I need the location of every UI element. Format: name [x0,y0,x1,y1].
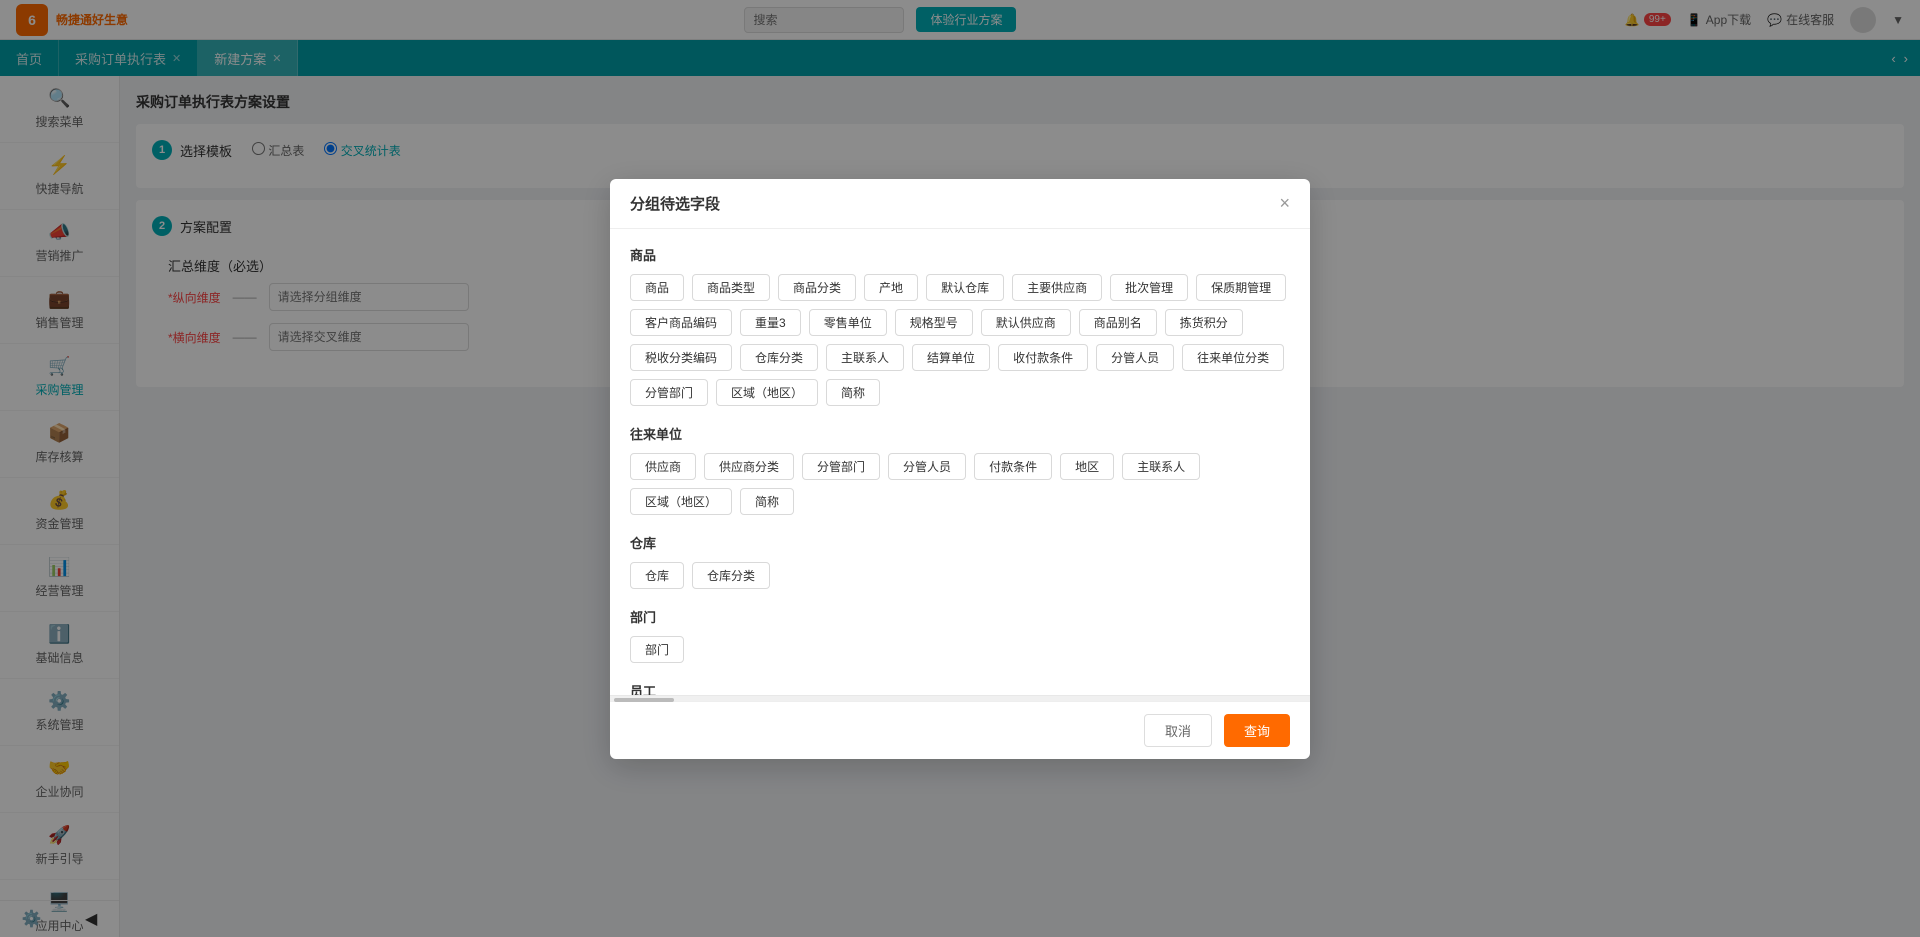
modal-close-btn[interactable]: × [1279,194,1290,212]
field-tags: 仓库仓库分类 [630,562,1290,589]
field-tag[interactable]: 付款条件 [974,453,1052,480]
field-section-title: 往来单位 [630,424,1290,443]
field-tag[interactable]: 结算单位 [912,344,990,371]
field-section-员工: 员工业务员 [630,681,1290,695]
field-section-商品: 商品商品商品类型商品分类产地默认仓库主要供应商批次管理保质期管理客户商品编码重量… [630,245,1290,406]
field-tag[interactable]: 规格型号 [895,309,973,336]
field-tag[interactable]: 主要供应商 [1012,274,1102,301]
field-tag[interactable]: 简称 [826,379,880,406]
field-section-部门: 部门部门 [630,607,1290,663]
field-tag[interactable]: 商品 [630,274,684,301]
field-tag[interactable]: 零售单位 [809,309,887,336]
field-tag[interactable]: 区域（地区） [716,379,818,406]
cancel-btn[interactable]: 取消 [1144,714,1212,747]
field-section-title: 部门 [630,607,1290,626]
field-section-往来单位: 往来单位供应商供应商分类分管部门分管人员付款条件地区主联系人区域（地区） 简称 [630,424,1290,515]
field-select-modal: 分组待选字段 × 商品商品商品类型商品分类产地默认仓库主要供应商批次管理保质期管… [610,179,1310,759]
field-section-title: 商品 [630,245,1290,264]
field-tag[interactable]: 主联系人 [1122,453,1200,480]
field-tag[interactable]: 主联系人 [826,344,904,371]
modal-header: 分组待选字段 × [610,179,1310,229]
field-tag[interactable]: 区域（地区） [630,488,732,515]
field-tag[interactable]: 供应商 [630,453,696,480]
field-tag[interactable]: 产地 [864,274,918,301]
field-tag[interactable]: 往来单位分类 [1182,344,1284,371]
field-tag[interactable]: 客户商品编码 [630,309,732,336]
field-section-仓库: 仓库仓库仓库分类 [630,533,1290,589]
field-tag[interactable]: 商品别名 [1079,309,1157,336]
modal-scroll-thumb [614,698,674,702]
field-tag[interactable]: 仓库分类 [740,344,818,371]
field-tag[interactable]: 默认供应商 [981,309,1071,336]
field-tag[interactable]: 商品分类 [778,274,856,301]
field-tags: 商品商品类型商品分类产地默认仓库主要供应商批次管理保质期管理客户商品编码重量3 零… [630,274,1290,406]
field-tag[interactable]: 地区 [1060,453,1114,480]
field-tags: 供应商供应商分类分管部门分管人员付款条件地区主联系人区域（地区） 简称 [630,453,1290,515]
field-tag[interactable]: 仓库分类 [692,562,770,589]
field-section-title: 员工 [630,681,1290,695]
field-tag[interactable]: 仓库 [630,562,684,589]
field-tag[interactable]: 批次管理 [1110,274,1188,301]
field-tag[interactable]: 商品类型 [692,274,770,301]
field-tag[interactable]: 供应商分类 [704,453,794,480]
field-section-title: 仓库 [630,533,1290,552]
modal-body: 商品商品商品类型商品分类产地默认仓库主要供应商批次管理保质期管理客户商品编码重量… [610,229,1310,695]
field-tag[interactable]: 税收分类编码 [630,344,732,371]
field-tag[interactable]: 分管人员 [1096,344,1174,371]
field-tag[interactable]: 简称 [740,488,794,515]
field-tag[interactable]: 分管部门 [802,453,880,480]
field-tag[interactable]: 默认仓库 [926,274,1004,301]
modal-scroll-bar [610,695,1310,701]
modal-footer: 取消 查询 [610,701,1310,759]
field-tag[interactable]: 部门 [630,636,684,663]
field-tag[interactable]: 拣货积分 [1165,309,1243,336]
field-tags: 部门 [630,636,1290,663]
field-tag[interactable]: 重量3 [740,309,801,336]
field-tag[interactable]: 分管部门 [630,379,708,406]
modal-title: 分组待选字段 [630,193,720,214]
field-tag[interactable]: 分管人员 [888,453,966,480]
field-tag[interactable]: 收付款条件 [998,344,1088,371]
confirm-btn[interactable]: 查询 [1224,714,1290,747]
field-tag[interactable]: 保质期管理 [1196,274,1286,301]
